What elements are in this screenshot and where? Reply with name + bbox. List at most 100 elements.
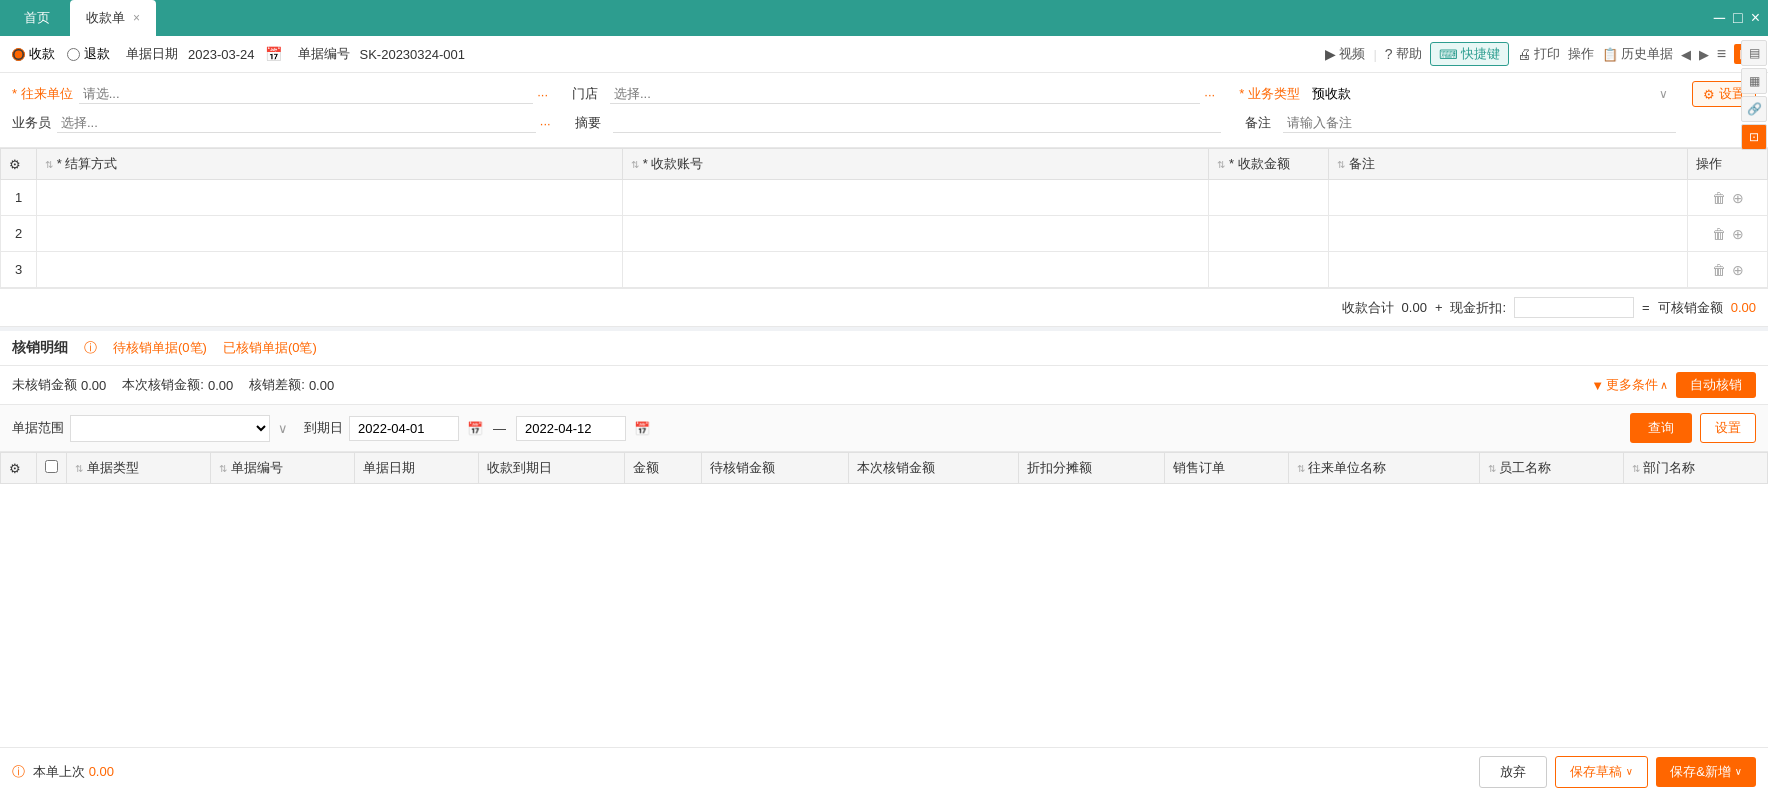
date-from-input[interactable]: 2022-04-01 xyxy=(349,416,459,441)
auto-verify-button[interactable]: 自动核销 xyxy=(1676,372,1756,398)
tab-home[interactable]: 首页 xyxy=(8,0,66,36)
unchecked-label: 未核销金额 xyxy=(12,376,77,394)
cell-remark-3[interactable] xyxy=(1329,252,1688,288)
th-gear[interactable]: ⚙ xyxy=(1,149,37,180)
bth-no: ⇅ 单据编号 xyxy=(211,453,355,484)
th-amount: ⇅ * 收款金额 xyxy=(1209,149,1329,180)
select-all-checkbox[interactable] xyxy=(45,460,58,473)
copy-icon[interactable]: ⊕ xyxy=(1732,262,1744,278)
radio-tuikuan[interactable]: 退款 xyxy=(67,45,110,63)
panel-grid-icon[interactable]: ▦ xyxy=(1741,68,1767,94)
verify-info-icon[interactable]: ⓘ xyxy=(84,339,97,357)
cell-action-3: 🗑 ⊕ xyxy=(1688,252,1768,288)
bth-dept: ⇅ 部门名称 xyxy=(1623,453,1767,484)
date-to-input[interactable]: 2022-04-12 xyxy=(516,416,626,441)
staff-input[interactable] xyxy=(57,113,536,133)
history-action[interactable]: 📋 历史单据 xyxy=(1602,45,1673,63)
bth-gear[interactable]: ⚙ xyxy=(1,453,37,484)
range-select[interactable] xyxy=(70,415,270,442)
cell-remark-2[interactable] xyxy=(1329,216,1688,252)
docno-value[interactable]: SK-20230324-001 xyxy=(360,47,466,62)
counterpart-dots[interactable]: ··· xyxy=(537,87,548,102)
staff-field: 业务员 ··· xyxy=(12,113,551,133)
nav-prev-icon[interactable]: ◀ xyxy=(1681,47,1691,62)
panel-table-icon[interactable]: ▤ xyxy=(1741,40,1767,66)
filter-settings-button[interactable]: 设置 xyxy=(1700,413,1756,443)
view-list-icon[interactable]: ≡ xyxy=(1717,45,1726,63)
cell-settlement-1[interactable] xyxy=(37,180,623,216)
cell-amount-1[interactable] xyxy=(1209,180,1329,216)
biz-type-dropdown-icon[interactable]: ∨ xyxy=(1659,87,1668,101)
remark-input[interactable] xyxy=(1283,113,1676,133)
query-button[interactable]: 查询 xyxy=(1630,413,1692,443)
range-dropdown-icon[interactable]: ∨ xyxy=(278,421,288,436)
sort-icon: ⇅ xyxy=(1488,463,1496,474)
cell-remark-1[interactable] xyxy=(1329,180,1688,216)
tab-close-icon[interactable]: × xyxy=(133,11,140,25)
summary-row: 收款合计 0.00 + 现金折扣: = 可核销金额 0.00 xyxy=(0,289,1768,327)
cal-to-icon[interactable]: 📅 xyxy=(634,421,650,436)
cell-amount-2[interactable] xyxy=(1209,216,1329,252)
tab-current-label: 收款单 xyxy=(86,9,125,27)
more-conditions-link[interactable]: ▼ 更多条件 ∧ xyxy=(1591,376,1668,394)
tab-home-label: 首页 xyxy=(24,9,50,27)
docno-label: 单据编号 xyxy=(298,45,350,63)
bth-sales: 销售订单 xyxy=(1165,453,1288,484)
store-dots[interactable]: ··· xyxy=(1204,87,1215,102)
copy-icon[interactable]: ⊕ xyxy=(1732,190,1744,206)
biz-type-value: 预收款 xyxy=(1312,85,1659,103)
sort-icon: ⇅ xyxy=(1217,159,1225,170)
date-field: 单据日期 2023-03-24 📅 xyxy=(126,45,282,63)
tab-current[interactable]: 收款单 × xyxy=(70,0,156,36)
cell-settlement-3[interactable] xyxy=(37,252,623,288)
save-draft-button[interactable]: 保存草稿 ∧ xyxy=(1555,756,1648,788)
sort-icon: ⇅ xyxy=(219,463,227,474)
form-area: * 往来单位 ··· 门店 ··· * 业务类型 预收款 ∨ ⚙ 设置 xyxy=(0,73,1768,148)
help-action[interactable]: ? 帮助 xyxy=(1385,45,1422,63)
range-filter: 单据范围 ∨ xyxy=(12,415,288,442)
cell-account-3[interactable] xyxy=(623,252,1209,288)
filter-row: 单据范围 ∨ 到期日 2022-04-01 📅 — 2022-04-12 📅 查… xyxy=(0,405,1768,452)
bottom-table: ⚙ ⇅ 单据类型 ⇅ 单据编号 单据日期 收款到期日 xyxy=(0,452,1768,484)
discount-input[interactable] xyxy=(1514,297,1634,318)
sort-icon: ⇅ xyxy=(1297,463,1305,474)
summary-input[interactable] xyxy=(613,113,1221,133)
cal-from-icon[interactable]: 📅 xyxy=(467,421,483,436)
done-tab[interactable]: 已核销单据(0笔) xyxy=(223,339,317,357)
delete-icon[interactable]: 🗑 xyxy=(1712,226,1726,242)
sort-icon: ⇅ xyxy=(1337,159,1345,170)
cell-amount-3[interactable] xyxy=(1209,252,1329,288)
operation-action[interactable]: 操作 xyxy=(1568,45,1594,63)
video-action[interactable]: ▶ 视频 xyxy=(1325,45,1365,63)
cell-account-2[interactable] xyxy=(623,216,1209,252)
collapse-icon[interactable]: ∧ xyxy=(1660,379,1668,392)
cell-account-1[interactable] xyxy=(623,180,1209,216)
pending-tab[interactable]: 待核销单据(0笔) xyxy=(113,339,207,357)
minimize-icon[interactable]: ─ xyxy=(1714,9,1725,27)
print-action[interactable]: 🖨 打印 xyxy=(1517,45,1560,63)
video-label: 视频 xyxy=(1339,45,1365,63)
close-icon[interactable]: × xyxy=(1751,9,1760,27)
abandon-button[interactable]: 放弃 xyxy=(1479,756,1547,788)
delete-icon[interactable]: 🗑 xyxy=(1712,190,1726,206)
staff-dots[interactable]: ··· xyxy=(540,116,551,131)
counterpart-input[interactable] xyxy=(79,84,533,104)
nav-next-icon[interactable]: ▶ xyxy=(1699,47,1709,62)
panel-expand-icon[interactable]: ⊡ xyxy=(1741,124,1767,150)
due-date-filter: 到期日 2022-04-01 📅 — 2022-04-12 📅 xyxy=(304,416,650,441)
counterpart-label: * 往来单位 xyxy=(12,85,73,103)
shortcut-btn[interactable]: ⌨ 快捷键 xyxy=(1430,42,1509,66)
maximize-icon[interactable]: □ xyxy=(1733,9,1743,27)
bottom-info-icon[interactable]: ⓘ xyxy=(12,763,25,781)
copy-icon[interactable]: ⊕ xyxy=(1732,226,1744,242)
radio-shoukuan[interactable]: 收款 xyxy=(12,45,55,63)
panel-link-icon[interactable]: 🔗 xyxy=(1741,96,1767,122)
biz-type-field: * 业务类型 预收款 ∨ xyxy=(1239,85,1668,103)
cell-settlement-2[interactable] xyxy=(37,216,623,252)
delete-icon[interactable]: 🗑 xyxy=(1712,262,1726,278)
date-separator: — xyxy=(493,421,506,436)
calendar-icon[interactable]: 📅 xyxy=(265,46,282,62)
store-input[interactable] xyxy=(610,84,1200,104)
date-value[interactable]: 2023-03-24 xyxy=(188,47,255,62)
save-new-button[interactable]: 保存&新增 ∧ xyxy=(1656,757,1756,787)
